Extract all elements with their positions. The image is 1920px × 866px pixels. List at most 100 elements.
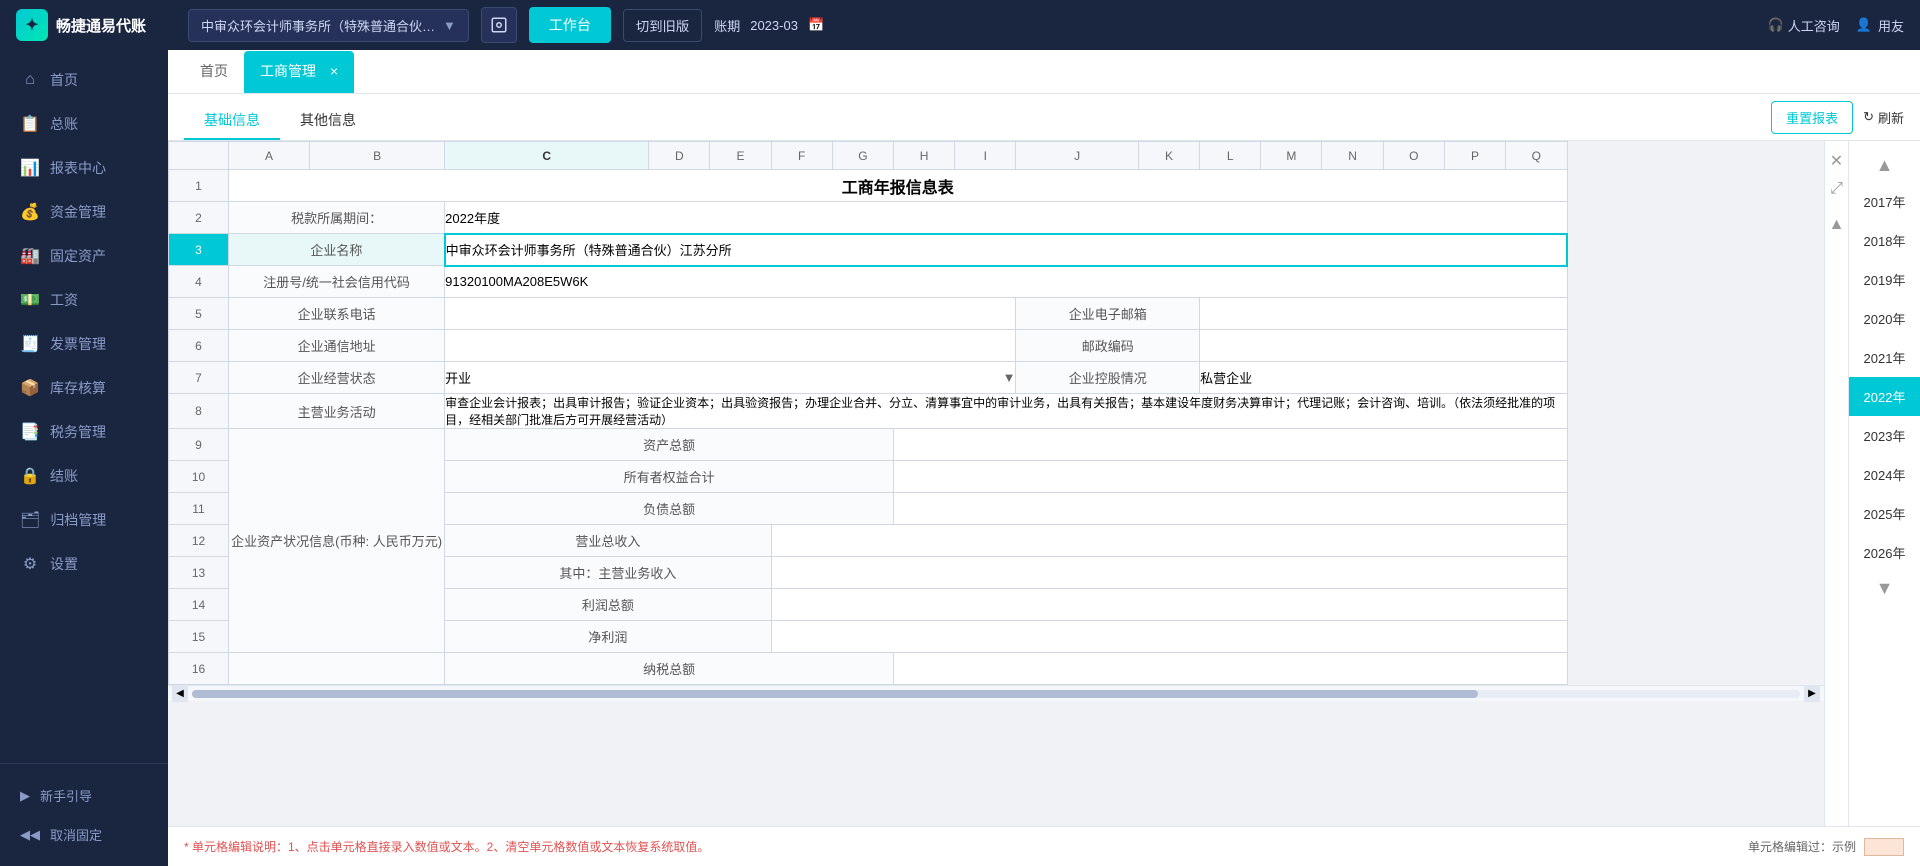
cell-3-label: 企业名称 (229, 234, 445, 266)
tab-commerce[interactable]: 工商管理 × (244, 51, 354, 93)
cell-5-email[interactable] (1200, 298, 1567, 330)
spreadsheet[interactable]: A B C D E F G H I J K L M (168, 141, 1824, 826)
cell-4-value[interactable]: 91320100MA208E5W6K (445, 266, 1567, 298)
tab-commerce-label: 工商管理 (260, 61, 316, 81)
year-2018[interactable]: 2018年 (1849, 221, 1920, 260)
horizontal-scrollbar[interactable]: ◀ ▶ (168, 685, 1824, 701)
year-2020[interactable]: 2020年 (1849, 299, 1920, 338)
sidebar-item-archive[interactable]: 🗂 归档管理 (0, 498, 168, 542)
cell-5-phone[interactable] (445, 298, 1016, 330)
funds-icon: 💰 (20, 202, 40, 222)
cell-12-value[interactable] (771, 525, 1567, 557)
col-header-c: C (445, 142, 649, 170)
company-name: 中审众环会计师事务所（特殊普通合伙… (201, 16, 435, 35)
cell-16-sublabel: 纳税总额 (445, 653, 894, 685)
col-header-p: P (1444, 142, 1505, 170)
topbar: ✦ 畅捷通易代账 中审众环会计师事务所（特殊普通合伙… ▼ 工作台 切到旧版 账… (0, 0, 1920, 50)
sidebar-item-tax[interactable]: 📑 税务管理 (0, 410, 168, 454)
scroll-right-button[interactable]: ▶ (1804, 686, 1820, 702)
cell-7-control[interactable]: 私营企业 (1200, 362, 1567, 394)
cell-6-zip[interactable] (1200, 330, 1567, 362)
worktable-button[interactable]: 工作台 (529, 7, 611, 43)
year-2025[interactable]: 2025年 (1849, 494, 1920, 533)
sidebar-item-assets[interactable]: 🏭 固定资产 (0, 234, 168, 278)
cell-7-status[interactable]: 开业 ▼ (445, 362, 1016, 394)
tab-home[interactable]: 首页 (184, 51, 244, 93)
year-scroll-up[interactable]: ▲ (1849, 149, 1920, 182)
sidebar-item-invoices[interactable]: 🧾 发票管理 (0, 322, 168, 366)
col-header-j: J (1016, 142, 1138, 170)
tab-bar: 首页 工商管理 × (168, 50, 1920, 94)
cell-10-value[interactable] (894, 461, 1567, 493)
cancel-fix-button[interactable]: ◀◀ 取消固定 (0, 815, 168, 854)
row-num-3: 3 (169, 234, 229, 266)
spreadsheet-area: A B C D E F G H I J K L M (168, 141, 1920, 826)
collapse-up-button[interactable]: ▲ (1825, 213, 1849, 237)
sidebar-item-settings[interactable]: ⚙ 设置 (0, 542, 168, 586)
row-num-1: 1 (169, 170, 229, 202)
new-guide-button[interactable]: ▶ 新手引导 (0, 776, 168, 815)
scroll-track[interactable] (192, 690, 1800, 698)
cell-16-value[interactable] (894, 653, 1567, 685)
expand-panel-button[interactable]: ⤢ (1825, 177, 1849, 201)
cell-9-value[interactable] (894, 429, 1567, 461)
sidebar-item-label: 发票管理 (50, 334, 106, 354)
col-header-q: Q (1506, 142, 1567, 170)
col-header-n: N (1322, 142, 1383, 170)
year-2023[interactable]: 2023年 (1849, 416, 1920, 455)
year-2021[interactable]: 2021年 (1849, 338, 1920, 377)
cell-15-value[interactable] (771, 621, 1567, 653)
cell-2-value[interactable]: 2022年度 (445, 202, 1567, 234)
sidebar-item-ledger[interactable]: 📋 总账 (0, 102, 168, 146)
cell-9-group-label: 企业资产状况信息(币种: 人民币万元) (229, 429, 445, 653)
col-header-b: B (310, 142, 445, 170)
sub-tab-basic[interactable]: 基础信息 (184, 102, 280, 140)
sidebar-item-home[interactable]: ⌂ 首页 (0, 58, 168, 102)
reset-report-button[interactable]: 重置报表 (1771, 101, 1853, 134)
cell-6-addr[interactable] (445, 330, 1016, 362)
company-settings-icon[interactable] (481, 7, 517, 43)
sub-tab-other[interactable]: 其他信息 (280, 102, 376, 140)
sidebar-item-label: 报表中心 (50, 158, 106, 178)
sub-tabs: 基础信息 其他信息 (168, 94, 392, 140)
year-scroll-down[interactable]: ▼ (1849, 572, 1920, 605)
toolbar: 重置报表 ↻ 刷新 (1771, 101, 1920, 134)
cell-11-value[interactable] (894, 493, 1567, 525)
cell-16-label (229, 653, 445, 685)
cell-title[interactable]: 工商年报信息表 (229, 170, 1568, 202)
service-button[interactable]: 🎧 人工咨询 (1768, 16, 1840, 35)
scroll-left-button[interactable]: ◀ (172, 686, 188, 702)
col-header-a: A (229, 142, 310, 170)
cell-14-value[interactable] (771, 589, 1567, 621)
year-2022[interactable]: 2022年 (1849, 377, 1920, 416)
dropdown-arrow-icon: ▼ (1003, 370, 1016, 385)
cell-5-label: 企业联系电话 (229, 298, 445, 330)
row-num-16: 16 (169, 653, 229, 685)
sidebar-item-label: 资金管理 (50, 202, 106, 222)
company-selector[interactable]: 中审众环会计师事务所（特殊普通合伙… ▼ (188, 9, 469, 42)
sidebar-item-closing[interactable]: 🔒 结账 (0, 454, 168, 498)
archive-icon: 🗂 (20, 510, 40, 530)
sidebar-item-inventory[interactable]: 📦 库存核算 (0, 366, 168, 410)
table-row: 6 企业通信地址 邮政编码 (169, 330, 1568, 362)
sidebar-item-funds[interactable]: 💰 资金管理 (0, 190, 168, 234)
calendar-icon[interactable]: 📅 (808, 17, 824, 33)
year-2026[interactable]: 2026年 (1849, 533, 1920, 572)
year-2019[interactable]: 2019年 (1849, 260, 1920, 299)
refresh-button[interactable]: ↻ 刷新 (1863, 108, 1904, 127)
cell-8-value[interactable]: 审查企业会计报表；出具审计报告；验证企业资本；出具验资报告；办理企业合并、分立、… (445, 394, 1567, 429)
old-version-button[interactable]: 切到旧版 (623, 9, 702, 42)
cell-13-value[interactable] (771, 557, 1567, 589)
cell-3-value[interactable]: 中审众环会计师事务所（特殊普通合伙）江苏分所 (445, 234, 1567, 266)
close-panel-button[interactable]: ✕ (1825, 149, 1849, 173)
row-num-9: 9 (169, 429, 229, 461)
footer-note: * 单元格编辑说明：1、点击单元格直接录入数值或文本。2、清空单元格数值或文本恢… (184, 838, 709, 855)
year-2017[interactable]: 2017年 (1849, 182, 1920, 221)
user-menu[interactable]: 👤 用友 (1856, 16, 1904, 35)
year-2024[interactable]: 2024年 (1849, 455, 1920, 494)
tab-close-icon[interactable]: × (330, 63, 338, 79)
col-header-g: G (832, 142, 893, 170)
sidebar-item-reports[interactable]: 📊 报表中心 (0, 146, 168, 190)
sidebar-item-payroll[interactable]: 💵 工资 (0, 278, 168, 322)
row-num-13: 13 (169, 557, 229, 589)
